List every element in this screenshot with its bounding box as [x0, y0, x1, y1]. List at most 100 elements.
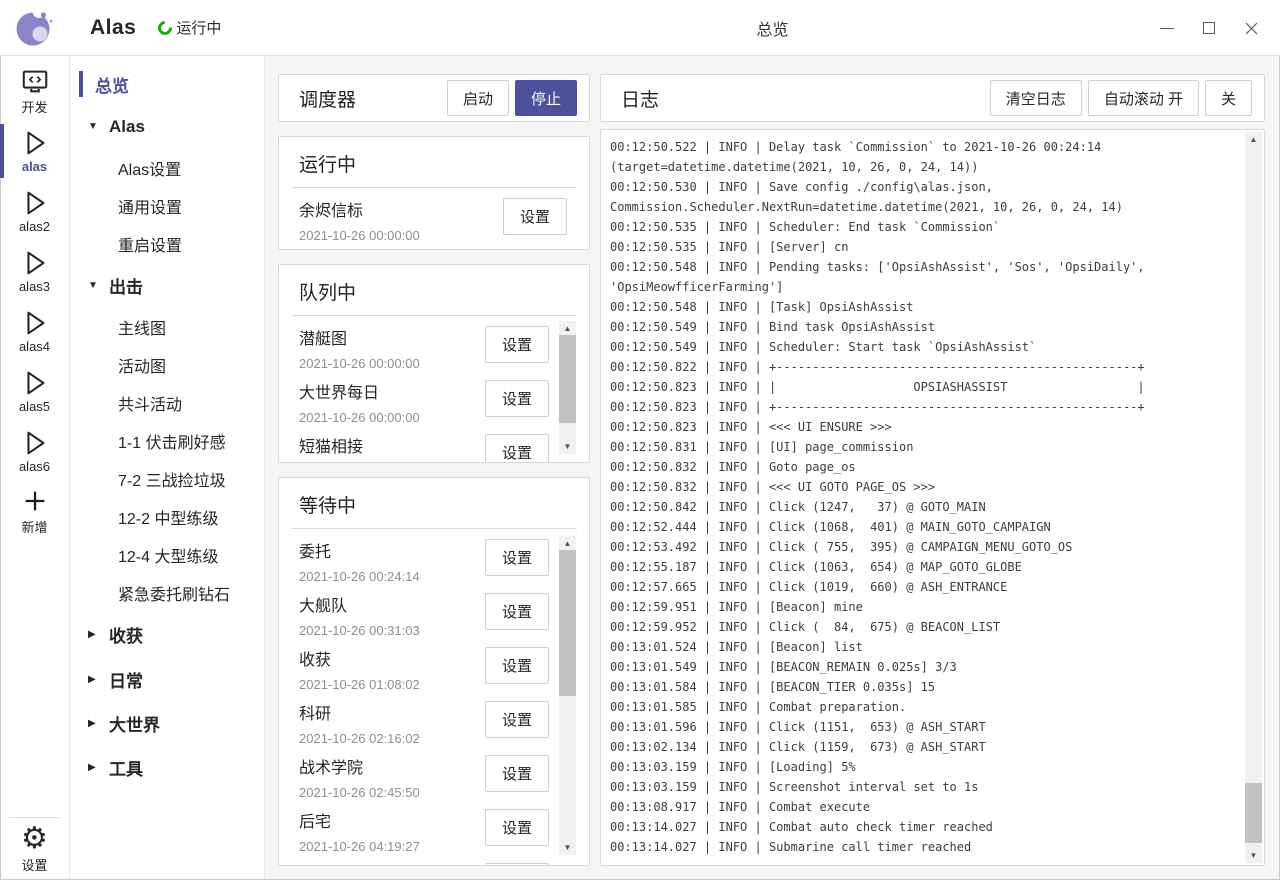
- menu-group-alas[interactable]: ▼ Alas: [70, 104, 264, 149]
- menu-item-1-1[interactable]: 1-1 伏击刷好感: [70, 422, 264, 460]
- scheduler-start-button[interactable]: 启动: [447, 80, 509, 116]
- scrollbar-thumb[interactable]: [559, 550, 576, 696]
- menu-item-label: 12-4 大型练级: [118, 543, 218, 567]
- task-settings-button[interactable]: 设置: [485, 593, 549, 630]
- task-settings-button[interactable]: 设置: [485, 647, 549, 684]
- log-output: 00:12:50.522 | INFO | Delay task `Commis…: [600, 129, 1265, 866]
- menu-item-12-4[interactable]: 12-4 大型练级: [70, 536, 264, 574]
- waiting-card: 等待中 委托 2021-10-26 00:24:14 设置 大舰队 2021-1…: [278, 477, 590, 866]
- task-time: 2021-10-26 00:00:00: [299, 228, 420, 243]
- task-settings-button[interactable]: 设置: [485, 863, 549, 866]
- log-line: 00:12:50.530 | INFO | Save config ./conf…: [610, 177, 1236, 197]
- task-name: 短猫相接: [299, 433, 420, 457]
- sidebar-item-alas6[interactable]: alas6: [0, 421, 69, 481]
- log-header-card: 日志 清空日志 自动滚动 开 关: [600, 74, 1265, 122]
- task-settings-button[interactable]: 设置: [503, 198, 567, 235]
- scroll-down-icon[interactable]: ▼: [1245, 848, 1262, 863]
- menu-group-label: 日常: [109, 667, 143, 692]
- menu-item-label: 7-2 三战捡垃圾: [118, 467, 226, 491]
- maximize-button[interactable]: [1188, 8, 1230, 48]
- menu-item-label: 12-2 中型练级: [118, 505, 218, 529]
- sidebar-item-alas2[interactable]: alas2: [0, 181, 69, 241]
- log-line: 00:12:52.444 | INFO | Click (1068, 401) …: [610, 517, 1236, 537]
- log-line: 00:13:01.585 | INFO | Combat preparation…: [610, 697, 1236, 717]
- scrollbar-thumb[interactable]: [1245, 783, 1262, 843]
- menu-item-general-settings[interactable]: 通用设置: [70, 187, 264, 225]
- autoscroll-on-button[interactable]: 自动滚动 开: [1088, 80, 1199, 116]
- log-line: 00:12:50.842 | INFO | Click (1247, 37) @…: [610, 497, 1236, 517]
- scroll-up-icon[interactable]: ▲: [559, 321, 576, 336]
- task-settings-button[interactable]: 设置: [485, 809, 549, 846]
- log-scrollbar: ▲ ▼: [1245, 132, 1262, 863]
- menu-item-urgent-commission[interactable]: 紧急委托刷钻石: [70, 574, 264, 612]
- sidebar-item-label: alas: [22, 159, 47, 174]
- close-button[interactable]: [1230, 8, 1272, 48]
- log-line: 00:13:01.524 | INFO | [Beacon] list: [610, 637, 1236, 657]
- sidebar-item-label: 设置: [21, 855, 47, 874]
- menu-item-overview[interactable]: 总览: [70, 64, 264, 104]
- scroll-up-icon[interactable]: ▲: [559, 536, 576, 551]
- minimize-button[interactable]: [1146, 8, 1188, 48]
- sidebar-item-alas3[interactable]: alas3: [0, 241, 69, 301]
- menu-item-label: 总览: [95, 72, 129, 97]
- menu-item-7-2[interactable]: 7-2 三战捡垃圾: [70, 460, 264, 498]
- log-line: 00:12:50.823 | INFO | +-----------------…: [610, 397, 1236, 417]
- sidebar-item-add[interactable]: 新增: [0, 481, 69, 541]
- menu-group-sortie[interactable]: ▼ 出击: [70, 263, 264, 308]
- task-settings-button[interactable]: 设置: [485, 380, 549, 417]
- waiting-scrollbar: ▲ ▼: [559, 536, 576, 855]
- task-time: 2021-10-26 02:16:02: [299, 731, 420, 746]
- sidebar-item-alas4[interactable]: alas4: [0, 301, 69, 361]
- task-settings-button[interactable]: 设置: [485, 326, 549, 363]
- clear-log-button[interactable]: 清空日志: [990, 80, 1082, 116]
- task-row: 委托 2021-10-26 00:24:14 设置: [299, 532, 549, 586]
- log-line: 00:13:03.159 | INFO | [Loading] 5%: [610, 757, 1236, 777]
- log-line: 00:12:53.492 | INFO | Click ( 755, 395) …: [610, 537, 1236, 557]
- menu-group-daily[interactable]: ▶ 日常: [70, 657, 264, 701]
- autoscroll-off-button[interactable]: 关: [1205, 80, 1252, 116]
- sidebar-item-label: alas5: [19, 399, 50, 414]
- task-time: 2021-10-26 01:08:02: [299, 677, 420, 692]
- task-name: 科研: [299, 700, 420, 724]
- task-settings-button[interactable]: 设置: [485, 434, 549, 462]
- log-line: 00:12:50.548 | INFO | [Task] OpsiAshAssi…: [610, 297, 1236, 317]
- menu-item-restart-settings[interactable]: 重启设置: [70, 225, 264, 263]
- menu-item-event-chapter[interactable]: 活动图: [70, 346, 264, 384]
- sidebar-item-label: alas4: [19, 339, 50, 354]
- task-settings-button[interactable]: 设置: [485, 755, 549, 792]
- code-monitor-icon: [20, 66, 50, 96]
- task-row: 科研 2021-10-26 02:16:02 设置: [299, 694, 549, 748]
- sidebar-item-alas[interactable]: alas: [0, 121, 69, 181]
- task-settings-button[interactable]: 设置: [485, 701, 549, 738]
- scroll-down-icon[interactable]: ▼: [559, 840, 576, 855]
- log-line: 00:13:02.134 | INFO | Click (1159, 673) …: [610, 737, 1236, 757]
- menu-item-main-chapter[interactable]: 主线图: [70, 308, 264, 346]
- scheduler-stop-button[interactable]: 停止: [515, 80, 577, 116]
- sidebar-item-dev[interactable]: 开发: [0, 61, 69, 121]
- menu-item-alas-settings[interactable]: Alas设置: [70, 149, 264, 187]
- scroll-down-icon[interactable]: ▼: [559, 439, 576, 454]
- menu-item-coalition-event[interactable]: 共斗活动: [70, 384, 264, 422]
- menu-item-label: 活动图: [118, 353, 166, 377]
- log-line: 00:12:50.535 | INFO | [Server] cn: [610, 237, 1236, 257]
- log-title: 日志: [621, 85, 659, 112]
- task-name: 大舰队: [299, 592, 420, 616]
- sidebar-item-alas5[interactable]: alas5: [0, 361, 69, 421]
- scrollbar-thumb[interactable]: [559, 335, 576, 423]
- log-line: 00:12:50.549 | INFO | Bind task OpsiAshA…: [610, 317, 1236, 337]
- task-name: 收获: [299, 646, 420, 670]
- menu-item-12-2[interactable]: 12-2 中型练级: [70, 498, 264, 536]
- log-line: 00:13:01.549 | INFO | [BEACON_REMAIN 0.0…: [610, 657, 1236, 677]
- task-settings-button[interactable]: 设置: [485, 539, 549, 576]
- sidebar-item-settings[interactable]: ⚙ 设置: [0, 818, 69, 880]
- sidebar-item-label: 开发: [21, 97, 47, 116]
- menu-group-reward[interactable]: ▶ 收获: [70, 612, 264, 657]
- menu-group-opsi[interactable]: ▶ 大世界: [70, 701, 264, 745]
- menu-group-label: 大世界: [109, 711, 160, 736]
- log-line: 00:12:55.187 | INFO | Click (1063, 654) …: [610, 557, 1236, 577]
- task-name: 战术学院: [299, 754, 420, 778]
- menu-group-tools[interactable]: ▶ 工具: [70, 745, 264, 789]
- scroll-up-icon[interactable]: ▲: [1245, 132, 1262, 147]
- task-row: 收获 2021-10-26 01:08:02 设置: [299, 640, 549, 694]
- sidebar-item-label: alas2: [19, 219, 50, 234]
